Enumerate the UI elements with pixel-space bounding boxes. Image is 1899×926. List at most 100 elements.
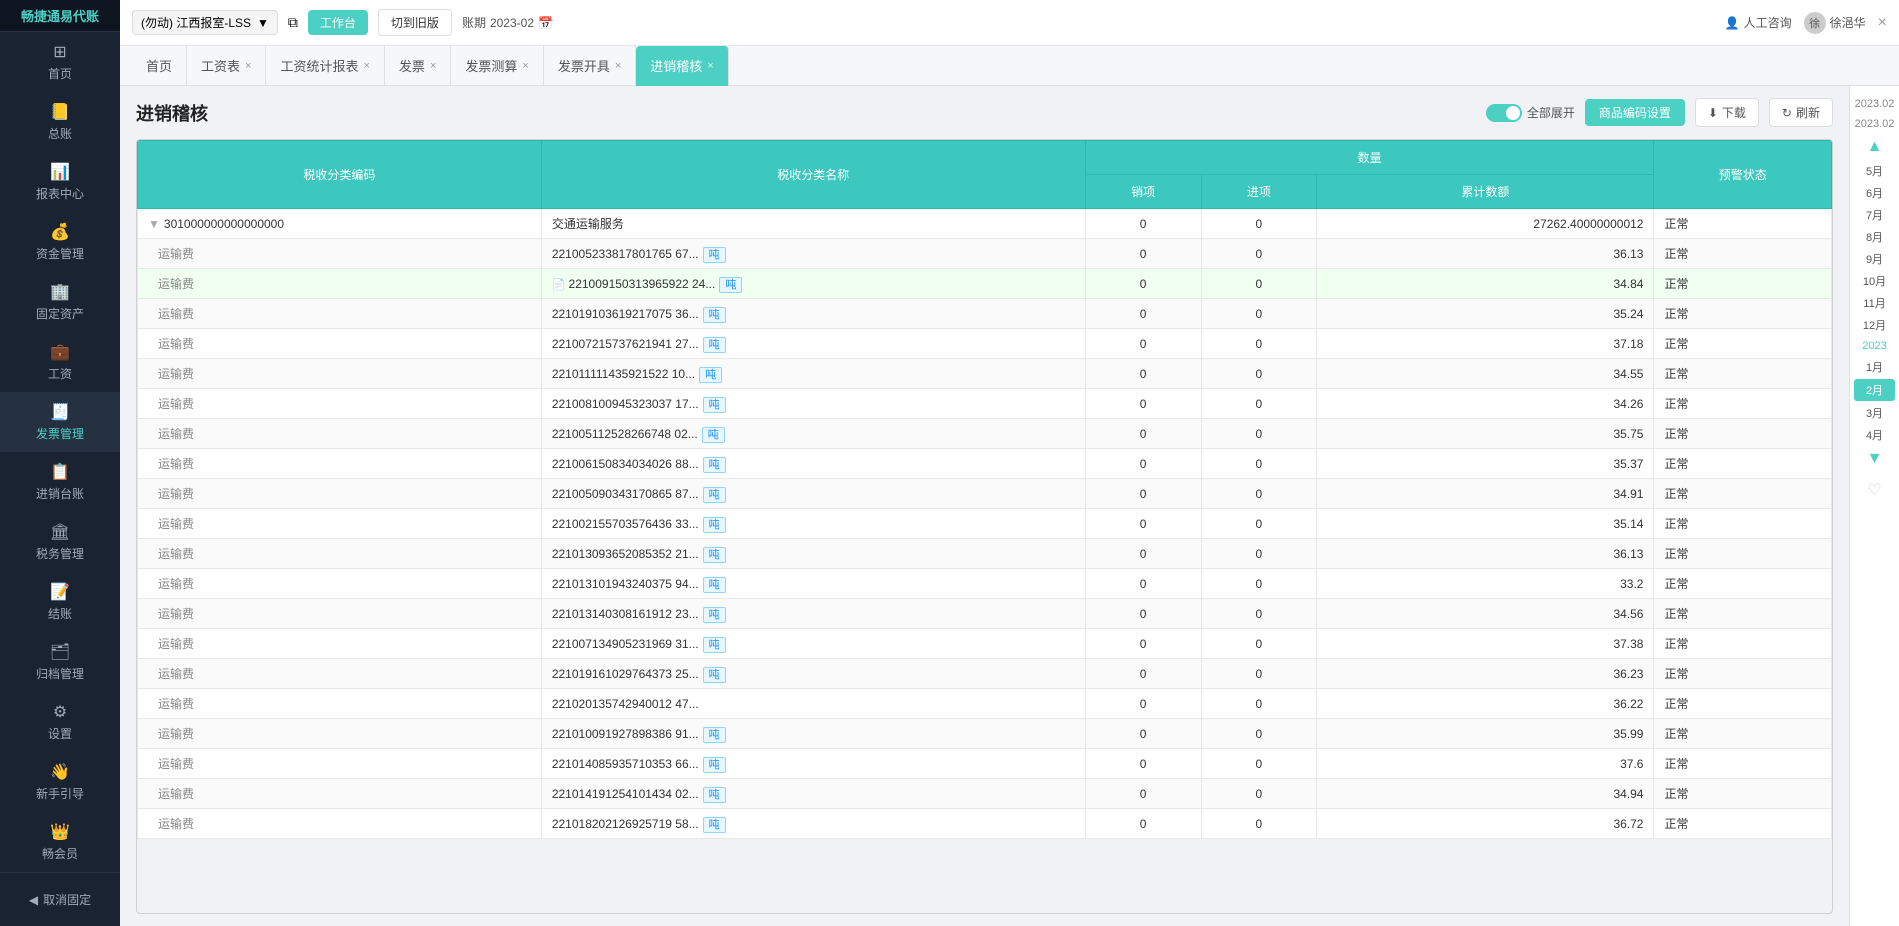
company-selector[interactable]: (勿动) 江西报室-LSS ▼	[132, 10, 278, 35]
cell-qty-total: 35.37	[1317, 449, 1654, 479]
sidebar-item-reports[interactable]: 📊 报表中心	[0, 152, 120, 212]
tab-invoice-calc[interactable]: 发票测算 ×	[451, 46, 543, 86]
refresh-button[interactable]: ↻ 刷新	[1769, 98, 1833, 127]
main-area: (勿动) 江西报室-LSS ▼ ⧉ 工作台 切到旧版 账期 2023-02 📅 …	[120, 0, 1899, 926]
cell-qty-sales: 0	[1085, 749, 1201, 779]
refresh-label: 刷新	[1796, 104, 1820, 121]
tab-salary-table-close[interactable]: ×	[245, 60, 251, 72]
cell-code: 运输费	[138, 509, 542, 539]
cell-name: 221005090343170865 87...吨	[541, 479, 1085, 509]
sidebar-item-member[interactable]: 👑 畅会员	[0, 812, 120, 872]
month-sep[interactable]: 9月	[1850, 248, 1899, 270]
month-feb-current[interactable]: 2月	[1854, 379, 1895, 401]
month-may[interactable]: 5月	[1850, 160, 1899, 182]
tab-sales-check-close[interactable]: ×	[707, 60, 713, 72]
cell-qty-total: 37.18	[1317, 329, 1654, 359]
month-jan[interactable]: 1月	[1850, 356, 1899, 378]
tab-invoice-calc-close[interactable]: ×	[522, 60, 528, 72]
sidebar-item-home[interactable]: ⊞ 首页	[0, 32, 120, 92]
unit-tag: 吨	[703, 787, 726, 803]
sidebar-item-invoice[interactable]: 🧾 发票管理	[0, 392, 120, 452]
table-row[interactable]: 运输费 221018202126925719 58...吨 0 0 36.72 …	[138, 809, 1832, 839]
cell-status: 正常	[1654, 779, 1832, 809]
tab-invoice-open-close[interactable]: ×	[615, 60, 621, 72]
table-row[interactable]: 运输费 221019161029764373 25...吨 0 0 36.23 …	[138, 659, 1832, 689]
sidebar-item-salary[interactable]: 💼 工资	[0, 332, 120, 392]
unpin-icon: ◀	[29, 893, 38, 907]
tab-salary-table[interactable]: 工资表 ×	[187, 46, 266, 86]
table-row[interactable]: 运输费 221005090343170865 87...吨 0 0 34.91 …	[138, 479, 1832, 509]
sidebar-item-settings[interactable]: ⚙ 设置	[0, 692, 120, 752]
table-row[interactable]: 运输费 221005233817801765 67...吨 0 0 36.13 …	[138, 239, 1832, 269]
close-window-button[interactable]: ×	[1878, 14, 1887, 32]
table-row[interactable]: 运输费 221007215737621941 27...吨 0 0 37.18 …	[138, 329, 1832, 359]
tab-salary-stats[interactable]: 工资统计报表 ×	[266, 46, 384, 86]
tab-invoice-open[interactable]: 发票开具 ×	[544, 46, 636, 86]
table-row[interactable]: 运输费 221020135742940012 47... 0 0 36.22 正…	[138, 689, 1832, 719]
table-row[interactable]: 运输费 221007134905231969 31...吨 0 0 37.38 …	[138, 629, 1832, 659]
sidebar-item-guide[interactable]: 👋 新手引导	[0, 752, 120, 812]
table-row[interactable]: 运输费 📄221009150313965922 24...吨 0 0 34.84…	[138, 269, 1832, 299]
sidebar-item-assets[interactable]: 🏢 固定资产	[0, 272, 120, 332]
cell-qty-total: 37.38	[1317, 629, 1654, 659]
unit-tag: 吨	[703, 547, 726, 563]
switch-version-button[interactable]: 切到旧版	[378, 9, 452, 36]
table-row[interactable]: 运输费 221013140308161912 23...吨 0 0 34.56 …	[138, 599, 1832, 629]
favorite-icon[interactable]: ♡	[1859, 472, 1889, 508]
tab-invoice-close[interactable]: ×	[430, 60, 436, 72]
sidebar-item-ledger[interactable]: 📒 总账	[0, 92, 120, 152]
table-row[interactable]: 运输费 221005112528266748 02...吨 0 0 35.75 …	[138, 419, 1832, 449]
help-link[interactable]: 👤 人工咨询	[1725, 14, 1792, 31]
sidebar-item-sales[interactable]: 📋 进销台账	[0, 452, 120, 512]
cell-status: 正常	[1654, 659, 1832, 689]
table-row[interactable]: 运输费 221008100945323037 17...吨 0 0 34.26 …	[138, 389, 1832, 419]
month-jul[interactable]: 7月	[1850, 204, 1899, 226]
cell-qty-input: 0	[1201, 569, 1317, 599]
sidebar-item-archive[interactable]: 🗂 归档管理	[0, 632, 120, 692]
expand-toggle[interactable]	[1486, 104, 1522, 122]
col-header-code: 税收分类编码	[138, 141, 542, 209]
month-oct[interactable]: 10月	[1850, 270, 1899, 292]
cell-name: 221008100945323037 17...吨	[541, 389, 1085, 419]
cell-qty-total: 35.75	[1317, 419, 1654, 449]
table-row[interactable]: 运输费 221010091927898386 91...吨 0 0 35.99 …	[138, 719, 1832, 749]
month-aug[interactable]: 8月	[1850, 226, 1899, 248]
sidebar-item-settle[interactable]: 📝 结账	[0, 572, 120, 632]
guide-icon: 👋	[50, 762, 70, 782]
table-row[interactable]: 运输费 221014191254101434 02...吨 0 0 34.94 …	[138, 779, 1832, 809]
tab-invoice[interactable]: 发票 ×	[385, 46, 451, 86]
tab-salary-stats-close[interactable]: ×	[363, 60, 369, 72]
nav-down-button[interactable]: ▼	[1863, 446, 1887, 472]
month-apr[interactable]: 4月	[1850, 424, 1899, 446]
nav-up-button[interactable]: ▲	[1863, 134, 1887, 160]
table-row[interactable]: 运输费 221013093652085352 21...吨 0 0 36.13 …	[138, 539, 1832, 569]
download-button[interactable]: ⬇ 下载	[1695, 98, 1759, 127]
table-row[interactable]: 运输费 221002155703576436 33...吨 0 0 35.14 …	[138, 509, 1832, 539]
table-row[interactable]: 运输费 221013101943240375 94...吨 0 0 33.2 正…	[138, 569, 1832, 599]
tab-sales-check[interactable]: 进销稽核 ×	[636, 46, 728, 86]
unpin-button[interactable]: ◀ 取消固定	[0, 883, 120, 916]
sidebar-item-funds[interactable]: 💰 资金管理	[0, 212, 120, 272]
cell-name: 221005112528266748 02...吨	[541, 419, 1085, 449]
product-code-settings-button[interactable]: 商品编码设置	[1585, 99, 1685, 126]
month-mar[interactable]: 3月	[1850, 402, 1899, 424]
table-row[interactable]: 运输费 221014085935710353 66...吨 0 0 37.6 正…	[138, 749, 1832, 779]
table-row[interactable]: 运输费 221006150834034026 88...吨 0 0 35.37 …	[138, 449, 1832, 479]
copy-icon[interactable]: ⧉	[288, 14, 298, 31]
sidebar-item-tax[interactable]: 🏛 税务管理	[0, 512, 120, 572]
col-header-qty-total: 累计数额	[1317, 175, 1654, 209]
cell-qty-sales: 0	[1085, 809, 1201, 839]
table-row[interactable]: ▼301000000000000000 交通运输服务 0 0 27262.400…	[138, 209, 1832, 239]
month-jun[interactable]: 6月	[1850, 182, 1899, 204]
user-menu[interactable]: 徐 徐浥华	[1804, 12, 1866, 34]
table-row[interactable]: 运输费 221011111435921522 10...吨 0 0 34.55 …	[138, 359, 1832, 389]
topbar-right: 👤 人工咨询 徐 徐浥华 ×	[1725, 12, 1887, 34]
month-dec[interactable]: 12月	[1850, 314, 1899, 336]
cell-qty-input: 0	[1201, 449, 1317, 479]
tab-home[interactable]: 首页	[132, 46, 187, 86]
workspace-button[interactable]: 工作台	[308, 10, 368, 35]
calendar-icon[interactable]: 📅	[538, 16, 553, 30]
month-nov[interactable]: 11月	[1850, 292, 1899, 314]
cell-qty-input: 0	[1201, 689, 1317, 719]
table-row[interactable]: 运输费 221019103619217075 36...吨 0 0 35.24 …	[138, 299, 1832, 329]
